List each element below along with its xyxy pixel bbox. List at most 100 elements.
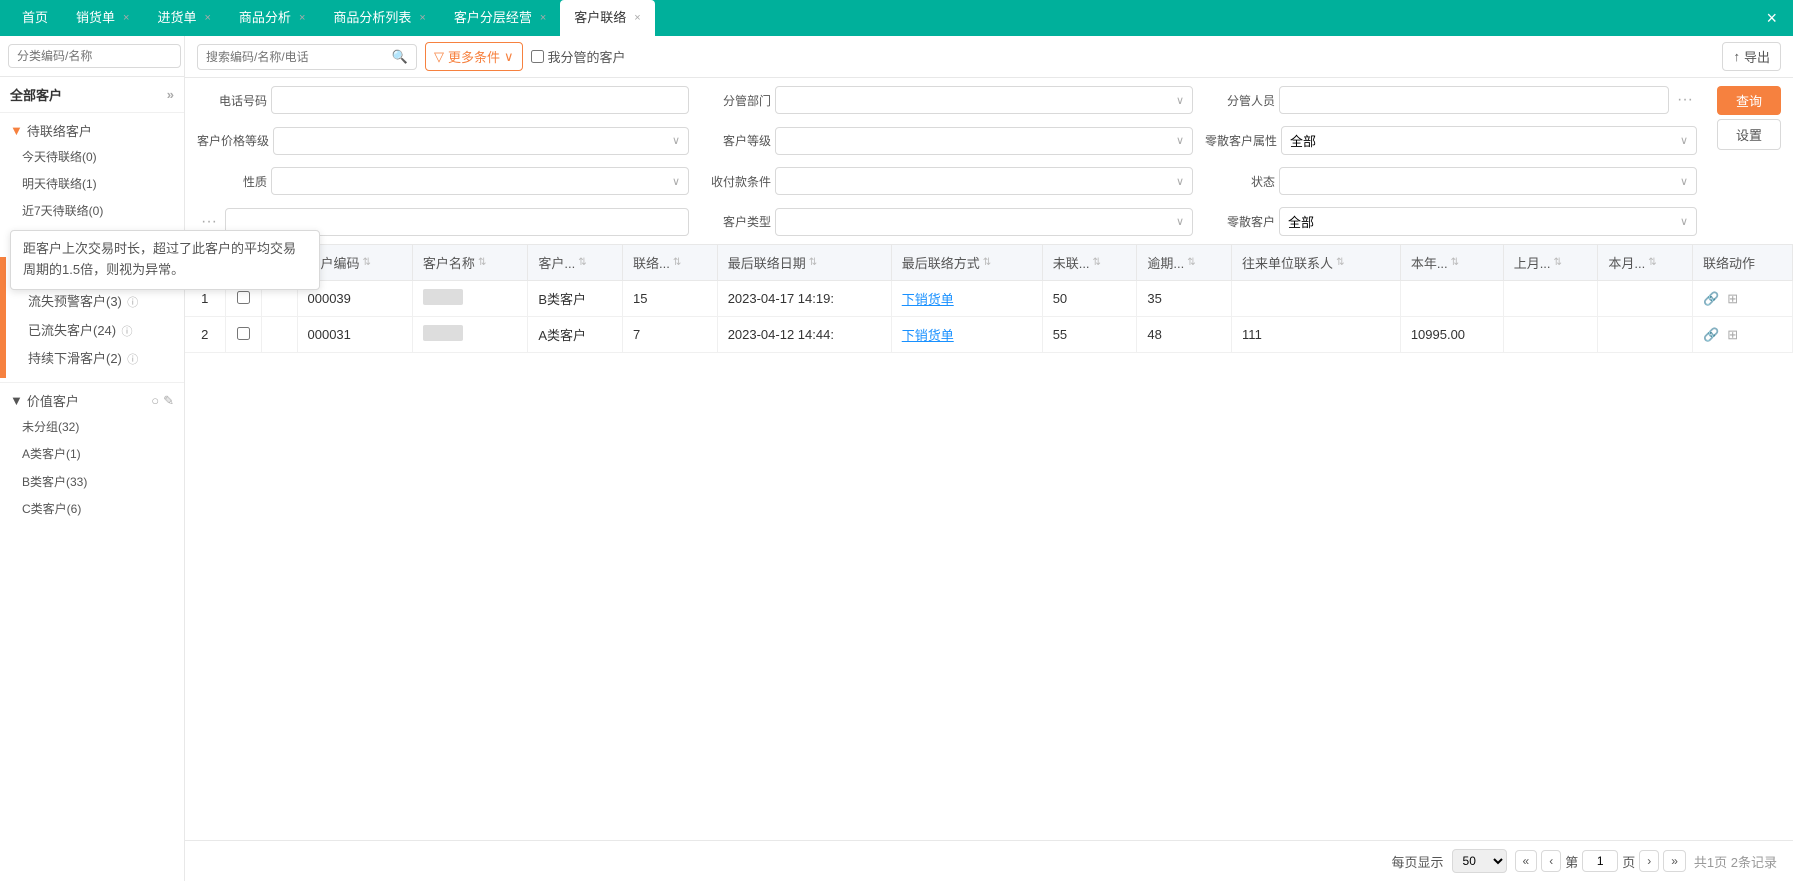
window-close-button[interactable]: × bbox=[1758, 8, 1785, 29]
sidebar-collapse-icon[interactable]: » bbox=[167, 87, 174, 102]
cell-uncontacted-0: 50 bbox=[1042, 281, 1137, 317]
sidebar-item-b-class[interactable]: B类客户(33) bbox=[0, 469, 184, 496]
last-way-link-1[interactable]: 下销货单 bbox=[902, 328, 954, 343]
sidebar-item-ungroup[interactable]: 未分组(32) bbox=[0, 414, 184, 441]
cell-overdue-1: 48 bbox=[1137, 317, 1232, 353]
query-button[interactable]: 查询 bbox=[1717, 86, 1781, 115]
settings-button[interactable]: 设置 bbox=[1717, 119, 1781, 150]
retail-customer-select[interactable]: 全部∨ bbox=[1279, 207, 1697, 236]
close-contact-tab[interactable]: × bbox=[634, 0, 640, 36]
sort-uncontacted-icon[interactable]: ⇅ bbox=[1093, 257, 1101, 268]
row-checkbox-0[interactable] bbox=[237, 291, 250, 304]
first-page-button[interactable]: « bbox=[1515, 850, 1538, 872]
my-customer-filter: 我分管的客户 bbox=[531, 47, 626, 66]
nav-sales[interactable]: 销货单 × bbox=[62, 0, 143, 36]
sidebar-item-lost[interactable]: 已流失客户(24) ⓘ bbox=[6, 317, 184, 346]
sort-month-icon[interactable]: ⇅ bbox=[1648, 257, 1656, 268]
sort-way-icon[interactable]: ⇅ bbox=[983, 257, 991, 268]
chevron-down-icon: ∨ bbox=[504, 49, 514, 65]
retail-attr-select[interactable]: 全部∨ bbox=[1281, 126, 1697, 155]
close-analysis-list-tab[interactable]: × bbox=[419, 0, 425, 36]
sidebar-item-c-class[interactable]: C类客户(6) bbox=[0, 496, 184, 523]
cell-checkbox-1[interactable] bbox=[225, 317, 261, 353]
search-input[interactable] bbox=[206, 50, 388, 64]
close-purchase-tab[interactable]: × bbox=[204, 0, 210, 36]
my-customer-checkbox[interactable] bbox=[531, 50, 544, 63]
retail-attr-field: 零散客户属性 全部∨ bbox=[1205, 126, 1697, 155]
extra-dots[interactable]: ··· bbox=[197, 213, 221, 231]
sidebar-item-loss-warn[interactable]: 流失预警客户(3) ⓘ bbox=[6, 288, 184, 317]
page-size-select[interactable]: 50 20 100 bbox=[1452, 849, 1507, 873]
sort-overdue-icon[interactable]: ⇅ bbox=[1187, 257, 1195, 268]
value-customer-group-header[interactable]: ▼ 价值客户 ○ ✎ bbox=[0, 387, 184, 414]
edit-icon[interactable]: ✎ bbox=[163, 393, 174, 409]
customer-table: ⚙ 客户编码 ⇅ 客户名称 ⇅ bbox=[185, 245, 1793, 353]
payment-select[interactable]: ∨ bbox=[775, 167, 1193, 195]
sort-contact-icon[interactable]: ⇅ bbox=[673, 257, 681, 268]
last-way-link-0[interactable]: 下销货单 bbox=[902, 292, 954, 307]
sort-name-icon[interactable]: ⇅ bbox=[478, 257, 486, 268]
close-sales-tab[interactable]: × bbox=[123, 0, 129, 36]
value-group-edit-icons: ○ ✎ bbox=[151, 393, 174, 409]
prev-page-button[interactable]: ‹ bbox=[1541, 850, 1561, 872]
export-button[interactable]: ↑ 导出 bbox=[1722, 42, 1781, 71]
price-level-select[interactable]: ∨ bbox=[273, 127, 689, 155]
last-page-button[interactable]: » bbox=[1663, 850, 1686, 872]
sort-year-icon[interactable]: ⇅ bbox=[1451, 257, 1459, 268]
sidebar-item-today[interactable]: 今天待联络(0) bbox=[0, 144, 184, 171]
customer-type-select[interactable]: ∨ bbox=[775, 208, 1193, 236]
action-grid-icon-1[interactable]: ⊞ bbox=[1727, 327, 1738, 343]
close-segmentation-tab[interactable]: × bbox=[540, 0, 546, 36]
th-this-year: 本年... ⇅ bbox=[1400, 245, 1503, 281]
row-checkbox-1[interactable] bbox=[237, 327, 250, 340]
filter-row-4: ··· 客户类型 ∨ 零散客户 bbox=[197, 207, 1697, 236]
manager-input[interactable] bbox=[1279, 86, 1669, 114]
page-number-input[interactable] bbox=[1582, 850, 1618, 872]
sidebar-item-tomorrow[interactable]: 明天待联络(1) bbox=[0, 171, 184, 198]
th-action: 联络动作 bbox=[1693, 245, 1793, 281]
sort-date-icon[interactable]: ⇅ bbox=[809, 257, 817, 268]
category-search-input[interactable] bbox=[8, 44, 181, 68]
sort-unit-contact-icon[interactable]: ⇅ bbox=[1336, 257, 1344, 268]
cell-action-0: 🔗 ⊞ bbox=[1693, 281, 1793, 317]
nav-purchase[interactable]: 进货单 × bbox=[143, 0, 224, 36]
sidebar-item-a-class[interactable]: A类客户(1) bbox=[0, 441, 184, 468]
action-link-icon-1[interactable]: 🔗 bbox=[1703, 327, 1719, 343]
cell-name-0 bbox=[412, 281, 527, 317]
phone-input[interactable] bbox=[271, 86, 689, 114]
search-icon[interactable]: 🔍 bbox=[392, 49, 408, 65]
cell-this-month-0 bbox=[1598, 281, 1693, 317]
sort-level-icon[interactable]: ⇅ bbox=[578, 257, 586, 268]
circle-icon[interactable]: ○ bbox=[151, 393, 159, 409]
nav-customer-segmentation[interactable]: 客户分层经营 × bbox=[440, 0, 560, 36]
pagination-bar: 每页显示 50 20 100 « ‹ 第 页 › » 共1页 2条记录 bbox=[185, 840, 1793, 881]
action-link-icon-0[interactable]: 🔗 bbox=[1703, 291, 1719, 307]
dept-select[interactable]: ∨ bbox=[775, 86, 1193, 114]
search-input-wrap: 🔍 bbox=[197, 44, 417, 70]
nav-home[interactable]: 首页 bbox=[8, 0, 62, 36]
status-select[interactable]: ∨ bbox=[1279, 167, 1697, 195]
nav-customer-contact[interactable]: 客户联络 × bbox=[560, 0, 654, 36]
cell-uncontacted-1: 55 bbox=[1042, 317, 1137, 353]
cell-contact-0: 15 bbox=[623, 281, 718, 317]
manager-dots[interactable]: ··· bbox=[1673, 91, 1697, 109]
nature-select[interactable]: ∨ bbox=[271, 167, 689, 195]
sort-code-icon[interactable]: ⇅ bbox=[363, 257, 371, 268]
payment-field: 收付款条件 ∨ bbox=[701, 167, 1193, 195]
filter-bar: 🔍 ▽ 更多条件 ∨ 我分管的客户 ↑ 导出 bbox=[185, 36, 1793, 78]
more-filters-button[interactable]: ▽ 更多条件 ∨ bbox=[425, 42, 523, 71]
customer-level-select[interactable]: ∨ bbox=[775, 127, 1193, 155]
customer-level-field: 客户等级 ∨ bbox=[701, 127, 1193, 155]
close-analysis-tab[interactable]: × bbox=[299, 0, 305, 36]
next-page-button[interactable]: › bbox=[1639, 850, 1659, 872]
action-grid-icon-0[interactable]: ⊞ bbox=[1727, 291, 1738, 307]
page-navigation: « ‹ 第 页 › » bbox=[1515, 850, 1686, 872]
filter-row-3: 性质 ∨ 收付款条件 ∨ 状态 bbox=[197, 167, 1697, 195]
nav-product-analysis-list[interactable]: 商品分析列表 × bbox=[319, 0, 439, 36]
wait-contact-group-header[interactable]: ▼ 待联络客户 bbox=[0, 117, 184, 144]
dept-field: 分管部门 ∨ bbox=[701, 86, 1193, 114]
sidebar-item-7days[interactable]: 近7天待联络(0) bbox=[0, 198, 184, 225]
sidebar-item-declining[interactable]: 持续下滑客户(2) ⓘ bbox=[6, 345, 184, 374]
sort-last-month-icon[interactable]: ⇅ bbox=[1554, 257, 1562, 268]
nav-product-analysis[interactable]: 商品分析 × bbox=[225, 0, 319, 36]
